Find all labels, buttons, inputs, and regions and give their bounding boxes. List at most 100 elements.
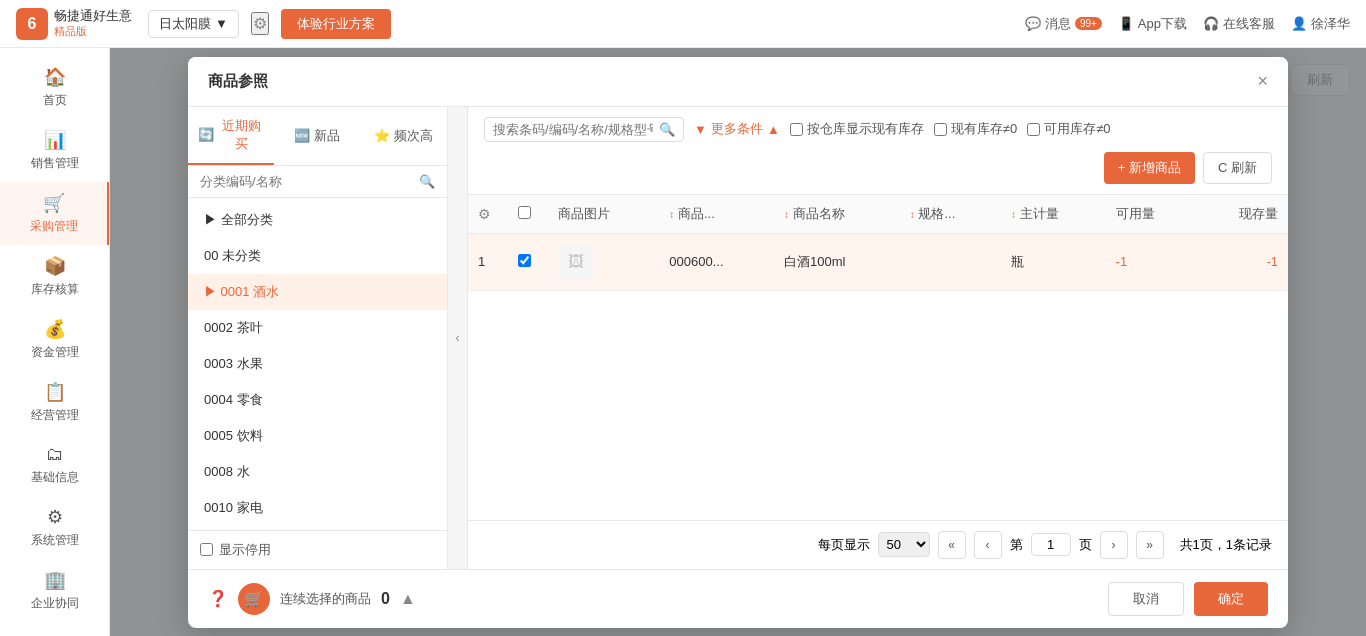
product-search-icon[interactable]: 🔍 xyxy=(659,122,675,137)
modal-body: 🔄 近期购买 🆕 新品 ⭐ 频次高 xyxy=(188,107,1288,569)
show-disabled-label[interactable]: 显示停用 xyxy=(219,541,271,559)
purchase-icon: 🛒 xyxy=(43,192,65,214)
th-gear[interactable]: ⚙ xyxy=(468,195,508,234)
total-info: 共1页，1条记录 xyxy=(1180,536,1272,554)
sidebar-item-sales[interactable]: 📊 销售管理 xyxy=(0,119,109,182)
toolbar-right: + 新增商品 C 刷新 xyxy=(1104,152,1272,184)
table-row[interactable]: 1 🖼 xyxy=(468,233,1288,290)
th-available: 可用量 xyxy=(1106,195,1197,234)
category-item-0002[interactable]: 0002 茶叶 xyxy=(188,310,447,346)
sidebar-label-system: 系统管理 xyxy=(31,532,79,549)
sidebar-item-system[interactable]: ⚙ 系统管理 xyxy=(0,496,109,559)
message-badge: 99+ xyxy=(1075,17,1102,30)
cart-icon-wrap[interactable]: 🛒 xyxy=(238,583,270,615)
gear-icon[interactable]: ⚙ xyxy=(478,206,491,222)
page-unit: 页 xyxy=(1079,536,1092,554)
product-table-element: ⚙ 商品图片 xyxy=(468,195,1288,291)
inventory-icon: 📦 xyxy=(44,255,66,277)
th-name[interactable]: ↕ 商品名称 xyxy=(774,195,900,234)
continuous-text: 连续选择的商品 xyxy=(280,590,371,608)
next-page-btn[interactable]: › xyxy=(1100,531,1128,559)
category-search-input[interactable] xyxy=(200,174,413,189)
page-size-select[interactable]: 50 10 20 100 xyxy=(878,532,930,557)
stock-filter[interactable]: 现有库存≠0 xyxy=(934,120,1017,138)
category-search-icon[interactable]: 🔍 xyxy=(419,174,435,189)
collapse-cart-btn[interactable]: ▲ xyxy=(400,590,416,608)
th-code[interactable]: ↕ 商品... xyxy=(659,195,774,234)
home-icon: 🏠 xyxy=(44,66,66,88)
online-service-item[interactable]: 🎧 在线客服 xyxy=(1203,15,1275,33)
sidebar-item-enterprise[interactable]: 🏢 企业协同 xyxy=(0,559,109,622)
first-page-btn[interactable]: « xyxy=(938,531,966,559)
footer-right: 取消 确定 xyxy=(1108,582,1268,616)
last-page-btn[interactable]: » xyxy=(1136,531,1164,559)
help-icon[interactable]: ❓ xyxy=(208,589,228,608)
category-item-all[interactable]: ▶ 全部分类 xyxy=(188,202,447,238)
app-download-item[interactable]: 📱 App下载 xyxy=(1118,15,1187,33)
category-footer: 显示停用 xyxy=(188,530,447,569)
industry-solution-btn[interactable]: 体验行业方案 xyxy=(281,9,391,39)
warehouse-filter[interactable]: 按仓库显示现有库存 xyxy=(790,120,924,138)
row-spec xyxy=(900,233,1001,290)
sidebar-item-finance[interactable]: 💰 资金管理 xyxy=(0,308,109,371)
category-item-00[interactable]: 00 未分类 xyxy=(188,238,447,274)
category-00-label: 00 未分类 xyxy=(204,247,261,265)
refresh-product-btn[interactable]: C 刷新 xyxy=(1203,152,1272,184)
category-item-0008[interactable]: 0008 水 xyxy=(188,454,447,490)
row-select-checkbox[interactable] xyxy=(518,254,531,267)
modal-header: 商品参照 × xyxy=(188,57,1288,107)
category-collapse-btn[interactable]: ‹ xyxy=(448,107,468,569)
message-item[interactable]: 💬 消息 99+ xyxy=(1025,15,1102,33)
warehouse-checkbox[interactable] xyxy=(790,123,803,136)
confirm-btn[interactable]: 确定 xyxy=(1194,582,1268,616)
tab-new-label: 新品 xyxy=(314,127,340,145)
basic-info-icon: 🗂 xyxy=(46,444,64,465)
more-filter-btn[interactable]: ▼ 更多条件 ▲ xyxy=(694,120,780,138)
finance-icon: 💰 xyxy=(44,318,66,340)
select-all-checkbox[interactable] xyxy=(518,206,531,219)
tab-new[interactable]: 🆕 新品 xyxy=(274,107,360,165)
category-item-0004[interactable]: 0004 零食 xyxy=(188,382,447,418)
tab-frequent[interactable]: ⭐ 频次高 xyxy=(361,107,447,165)
sidebar-item-basic-info[interactable]: 🗂 基础信息 xyxy=(0,434,109,496)
category-item-0003[interactable]: 0003 水果 xyxy=(188,346,447,382)
row-checkbox[interactable] xyxy=(508,233,548,290)
th-spec[interactable]: ↕ 规格... xyxy=(900,195,1001,234)
system-icon: ⚙ xyxy=(47,506,63,528)
online-service-icon: 🎧 xyxy=(1203,16,1219,31)
stock-checkbox[interactable] xyxy=(934,123,947,136)
show-disabled-checkbox[interactable] xyxy=(200,543,213,556)
sidebar-label-basic-info: 基础信息 xyxy=(31,469,79,486)
cancel-btn[interactable]: 取消 xyxy=(1108,582,1184,616)
category-item-0010[interactable]: 0010 家电 xyxy=(188,490,447,526)
sidebar-label-sales: 销售管理 xyxy=(31,155,79,172)
enterprise-icon: 🏢 xyxy=(44,569,66,591)
sidebar-item-operations[interactable]: 📋 经营管理 xyxy=(0,371,109,434)
th-image: 商品图片 xyxy=(548,195,659,234)
sidebar-item-guide[interactable]: 📖 新手引导 xyxy=(0,622,109,636)
category-0002-label: 0002 茶叶 xyxy=(204,319,263,337)
product-search-input[interactable] xyxy=(493,122,653,137)
main-layout: 🏠 首页 📊 销售管理 🛒 采购管理 📦 库存核算 💰 资金管理 📋 经营管理 … xyxy=(0,48,1366,636)
settings-btn[interactable]: ⚙ xyxy=(251,12,269,35)
sidebar-item-home[interactable]: 🏠 首页 xyxy=(0,56,109,119)
sidebar-item-purchase[interactable]: 🛒 采购管理 xyxy=(0,182,109,245)
user-item[interactable]: 👤 徐泽华 xyxy=(1291,15,1350,33)
row-name: 白酒100ml xyxy=(774,233,900,290)
modal-close-btn[interactable]: × xyxy=(1257,71,1268,92)
available-checkbox[interactable] xyxy=(1027,123,1040,136)
sidebar-item-inventory[interactable]: 📦 库存核算 xyxy=(0,245,109,308)
available-filter[interactable]: 可用库存≠0 xyxy=(1027,120,1110,138)
add-product-btn[interactable]: + 新增商品 xyxy=(1104,152,1195,184)
table-header-row: ⚙ 商品图片 xyxy=(468,195,1288,234)
page-input[interactable] xyxy=(1031,533,1071,556)
tab-recent[interactable]: 🔄 近期购买 xyxy=(188,107,274,165)
category-0004-label: 0004 零食 xyxy=(204,391,263,409)
nav-selector[interactable]: 日太阳膜 ▼ xyxy=(148,10,239,38)
category-item-0001[interactable]: ▶ 0001 酒水 xyxy=(188,274,447,310)
th-unit[interactable]: ↕ 主计量 xyxy=(1001,195,1106,234)
sidebar-label-finance: 资金管理 xyxy=(31,344,79,361)
prev-page-btn[interactable]: ‹ xyxy=(974,531,1002,559)
recent-icon: 🔄 xyxy=(198,127,214,142)
category-item-0005[interactable]: 0005 饮料 xyxy=(188,418,447,454)
